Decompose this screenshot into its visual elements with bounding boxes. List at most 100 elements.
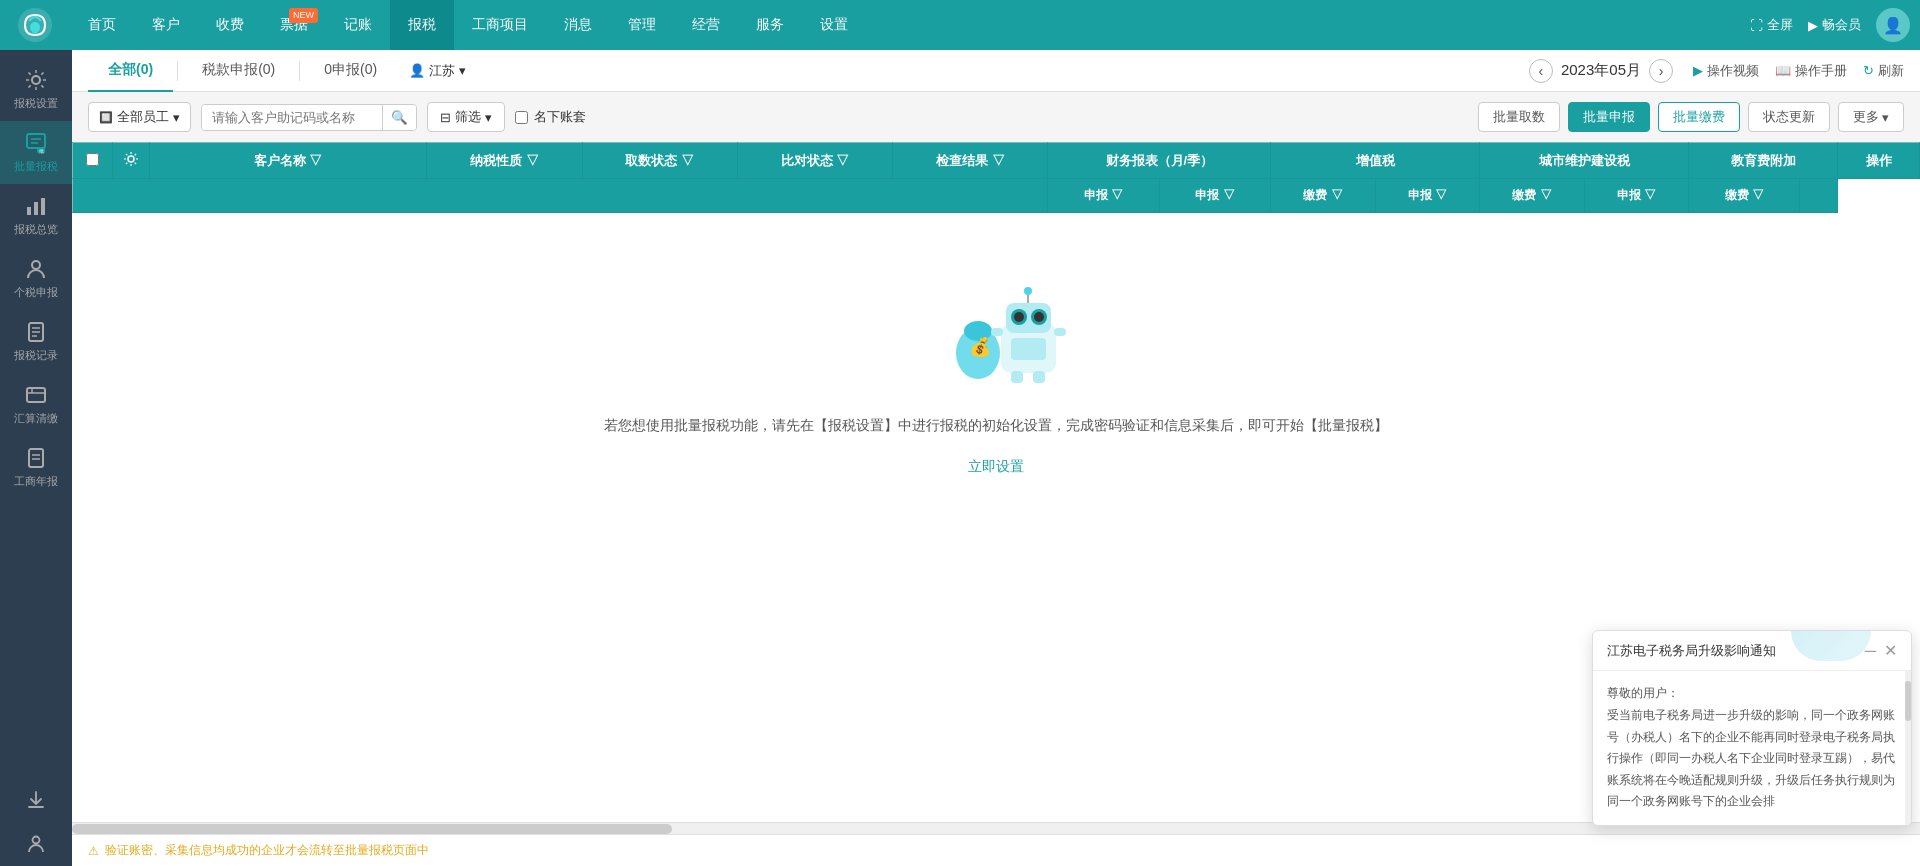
refresh-icon: ↻ (1863, 63, 1874, 78)
search-button[interactable]: 🔍 (382, 105, 416, 130)
notif-scrollbar[interactable] (1905, 671, 1911, 825)
avatar[interactable]: 👤 (1876, 8, 1910, 42)
sidebar-item-tax-records[interactable]: 报税记录 (0, 310, 72, 373)
nav-item-settings[interactable]: 设置 (802, 0, 866, 50)
sidebar-item-batch-tax[interactable]: 批 批量报税 (0, 121, 72, 184)
sidebar-label-settlement: 汇算清缴 (14, 411, 58, 426)
sidebar-item-annual-report[interactable]: 工商年报 (0, 436, 72, 499)
notification-panel: 江苏电子税务局升级影响通知 ─ ✕ 尊敬的用户： 受当前电子税务局进一步升级的影… (1592, 630, 1912, 826)
top-nav: 首页 客户 收费 票据 NEW 记账 报税 工商项目 消息 管理 经营 服务 设… (0, 0, 1920, 50)
nav-item-manage[interactable]: 管理 (610, 0, 674, 50)
main-table: 客户名称 ▽ 纳税性质 ▽ 取数状态 ▽ 比对状态 ▽ (72, 142, 1920, 536)
sidebar-label-annual-report: 工商年报 (14, 474, 58, 489)
status-update-btn[interactable]: 状态更新 (1748, 102, 1830, 132)
employee-selector[interactable]: 🔲 全部员工 ▾ (88, 102, 191, 132)
filter-btn[interactable]: ⊟ 筛选 ▾ (427, 102, 505, 132)
manual-action[interactable]: 📖 操作手册 (1775, 62, 1847, 80)
batch-fetch-btn[interactable]: 批量取数 (1478, 102, 1560, 132)
th-vat-declare: 申报 ▽ (1159, 179, 1270, 213)
search-input[interactable] (202, 105, 382, 130)
filter-icon-check[interactable]: ▽ (992, 153, 1005, 168)
nav-item-bookkeeping[interactable]: 记账 (326, 0, 390, 50)
toolbar: 🔲 全部员工 ▾ 🔍 ⊟ 筛选 ▾ 名下账套 批量取数 批量申报 批量缴费 (72, 92, 1920, 142)
svg-rect-19 (29, 449, 43, 467)
sidebar-label-personal-tax: 个税申报 (14, 285, 58, 300)
next-month-btn[interactable]: › (1649, 59, 1673, 83)
book-icon: 📖 (1775, 63, 1791, 78)
batch-tax-icon: 批 (24, 131, 48, 155)
th-operation-spacer (1799, 179, 1837, 213)
tab-divider-2 (299, 61, 300, 81)
svg-point-22 (33, 837, 40, 844)
dropdown-arrow-icon: ▾ (173, 110, 180, 125)
th-vat-pay: 缴费 ▽ (1271, 179, 1376, 213)
svg-text:批: 批 (39, 148, 44, 154)
nav-item-home[interactable]: 首页 (70, 0, 134, 50)
th-city-tax: 城市维护建设税 (1480, 143, 1689, 179)
notif-close-btn[interactable]: ✕ (1884, 641, 1897, 660)
region-selector[interactable]: 👤 江苏 ▾ (397, 62, 478, 80)
svg-rect-9 (34, 202, 38, 215)
batch-declare-btn[interactable]: 批量申报 (1568, 102, 1650, 132)
filter-icon-name[interactable]: ▽ (309, 153, 322, 168)
setup-link[interactable]: 立即设置 (968, 458, 1024, 476)
th-city-declare: 申报 ▽ (1375, 179, 1480, 213)
month-nav: ‹ 2023年05月 › (1529, 59, 1673, 83)
empty-state: 💰 (73, 213, 1920, 536)
scroll-thumb[interactable] (72, 824, 672, 834)
sidebar-item-tax-settings[interactable]: 报税设置 (0, 58, 72, 121)
checkbox-label[interactable]: 名下账套 (515, 108, 586, 126)
sidebar-item-user-settings[interactable] (0, 822, 72, 866)
tab-zero-declaration[interactable]: 0申报(0) (304, 50, 397, 92)
svg-rect-16 (27, 388, 45, 402)
sidebar-item-download[interactable] (0, 778, 72, 822)
nav-item-invoice[interactable]: 票据 NEW (262, 0, 326, 50)
chevron-down-icon: ▾ (459, 63, 466, 78)
th-operation: 操作 (1838, 143, 1920, 179)
sidebar-item-personal-tax[interactable]: 个税申报 (0, 247, 72, 310)
filter-icon-compare[interactable]: ▽ (836, 153, 849, 168)
name-account-checkbox[interactable] (515, 111, 528, 124)
nav-item-billing[interactable]: 收费 (198, 0, 262, 50)
video-action[interactable]: ▶ 操作视频 (1693, 62, 1759, 80)
more-btn[interactable]: 更多 ▾ (1838, 102, 1904, 132)
refresh-action[interactable]: ↻ 刷新 (1863, 62, 1904, 80)
new-badge: NEW (289, 8, 318, 23)
tab-all[interactable]: 全部(0) (88, 50, 173, 92)
employee-filter-icon: 🔲 (99, 111, 113, 124)
nav-items: 首页 客户 收费 票据 NEW 记账 报税 工商项目 消息 管理 经营 服务 设… (70, 0, 1750, 50)
empty-message: 若您想使用批量报税功能，请先在【报税设置】中进行报税的初始化设置，完成密码验证和… (604, 413, 1388, 438)
nav-item-service[interactable]: 服务 (738, 0, 802, 50)
svg-rect-10 (41, 198, 45, 215)
warning-icon: ⚠ (88, 844, 99, 858)
filter-icon-fetch[interactable]: ▽ (681, 153, 694, 168)
nav-item-business[interactable]: 工商项目 (454, 0, 546, 50)
svg-rect-8 (27, 207, 31, 215)
prev-month-btn[interactable]: ‹ (1529, 59, 1553, 83)
nav-item-customer[interactable]: 客户 (134, 0, 198, 50)
sidebar-item-tax-summary[interactable]: 报税总览 (0, 184, 72, 247)
search-box: 🔍 (201, 104, 417, 131)
filter-icon-tax[interactable]: ▽ (526, 153, 539, 168)
sidebar-item-settlement[interactable]: 汇算清缴 (0, 373, 72, 436)
batch-pay-btn[interactable]: 批量缴费 (1658, 102, 1740, 132)
fullscreen-btn[interactable]: ⛶ 全屏 (1750, 16, 1793, 34)
personal-tax-icon (24, 257, 48, 281)
member-btn[interactable]: ▶ 畅会员 (1808, 16, 1861, 34)
th-fetch-status: 取数状态 ▽ (582, 143, 737, 179)
tab-tax-declaration[interactable]: 税款申报(0) (182, 50, 295, 92)
settlement-icon (24, 383, 48, 407)
nav-item-operation[interactable]: 经营 (674, 0, 738, 50)
nav-item-tax[interactable]: 报税 (390, 0, 454, 50)
nav-item-message[interactable]: 消息 (546, 0, 610, 50)
svg-rect-37 (1054, 328, 1066, 336)
user-settings-icon (24, 832, 48, 856)
current-month: 2023年05月 (1561, 61, 1641, 80)
sidebar-label-batch-tax: 批量报税 (14, 159, 58, 174)
notif-scroll-thumb[interactable] (1905, 681, 1911, 721)
more-arrow-icon: ▾ (1882, 110, 1889, 125)
notif-title: 江苏电子税务局升级影响通知 (1607, 642, 1776, 660)
svg-rect-38 (1011, 371, 1023, 383)
select-all-checkbox[interactable] (86, 153, 99, 166)
th-checkbox[interactable] (73, 143, 113, 179)
